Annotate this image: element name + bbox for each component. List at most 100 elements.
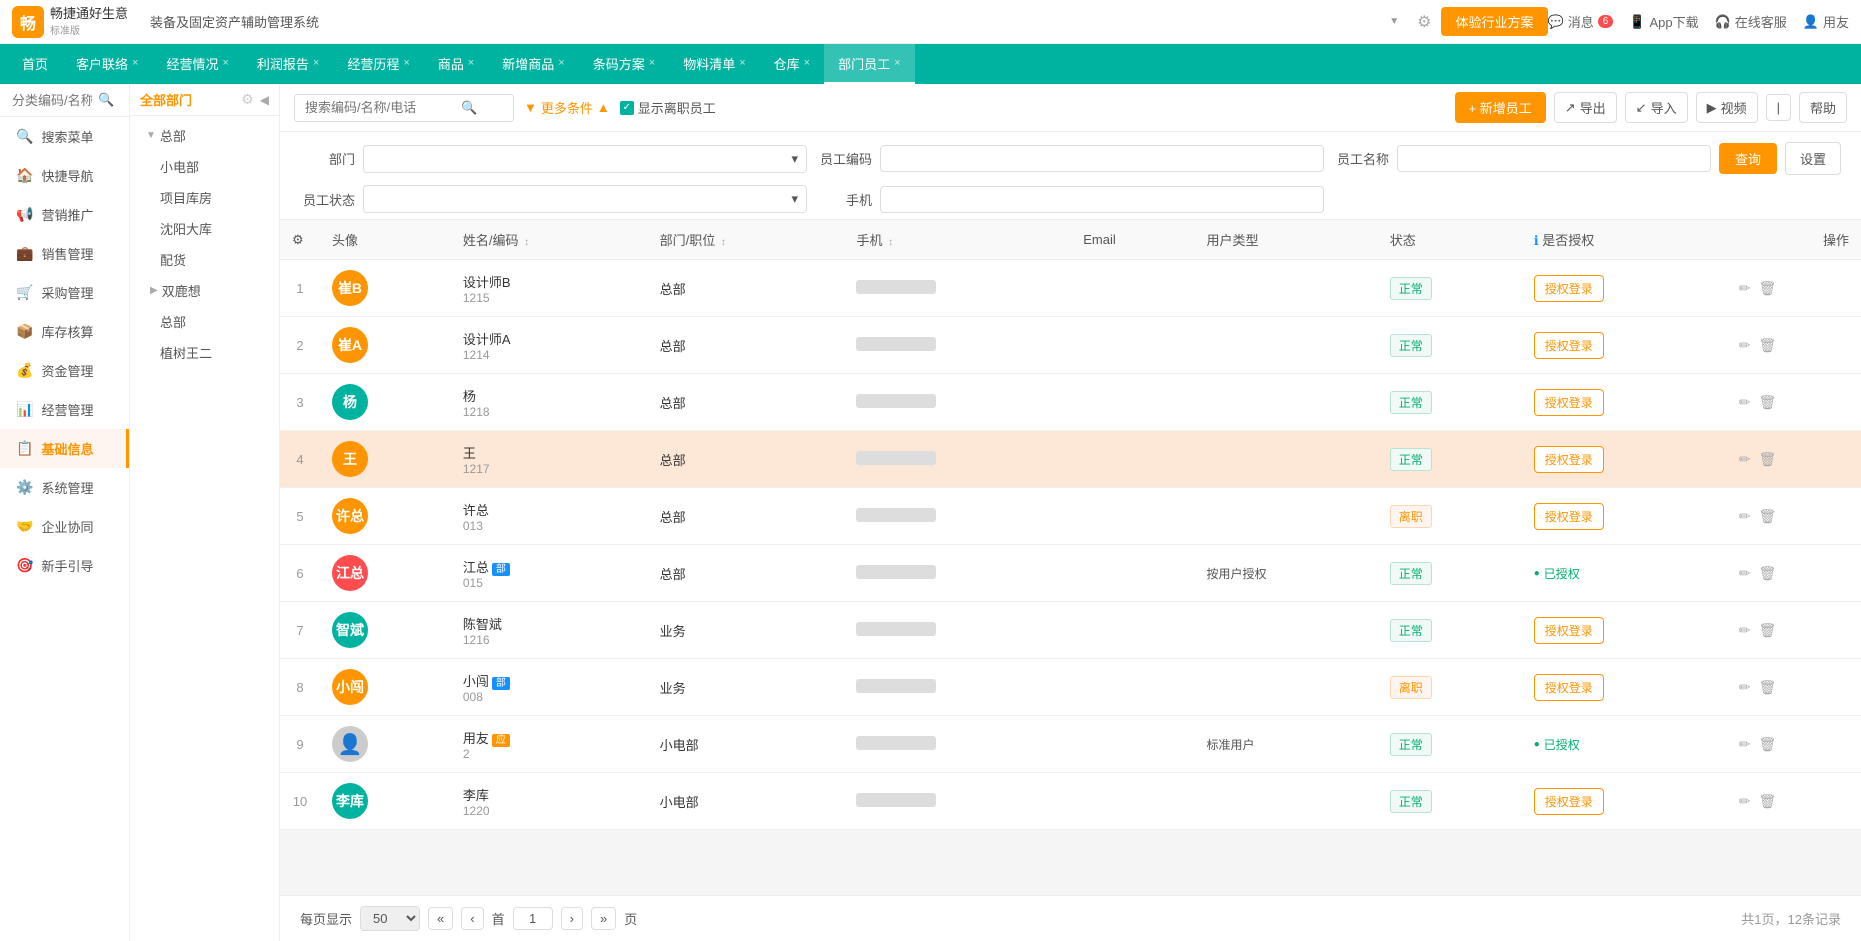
- sidebar-item-business[interactable]: 📊 经营管理: [0, 390, 129, 429]
- dept-settings-icon[interactable]: ⚙: [241, 91, 254, 108]
- close-icon[interactable]: ×: [313, 57, 319, 69]
- sidebar-item-inventory[interactable]: 📦 库存核算: [0, 312, 129, 351]
- tab-customer[interactable]: 客户联络 ×: [62, 44, 152, 84]
- search-filter-input[interactable]: 🔍: [294, 94, 514, 122]
- sidebar-item-search[interactable]: 🔍 搜索菜单: [0, 117, 129, 156]
- dept-item-shuanglu[interactable]: ▶ 双鹿想: [130, 275, 279, 306]
- sidebar-item-finance[interactable]: 💰 资金管理: [0, 351, 129, 390]
- close-icon[interactable]: ×: [132, 57, 138, 69]
- dept-item-plant[interactable]: 植树王二: [130, 337, 279, 368]
- dept-collapse-icon[interactable]: ◀: [260, 93, 269, 107]
- auth-login-btn[interactable]: 授权登录: [1534, 788, 1604, 815]
- checkbox-icon[interactable]: ✓: [620, 101, 634, 115]
- tab-new-goods[interactable]: 新增商品 ×: [488, 44, 578, 84]
- sidebar-item-guide[interactable]: 🎯 新手引导: [0, 546, 129, 585]
- auth-login-btn[interactable]: 授权登录: [1534, 674, 1604, 701]
- edit-icon[interactable]: ✏: [1739, 394, 1751, 411]
- auth-login-btn[interactable]: 授权登录: [1534, 275, 1604, 302]
- edit-icon[interactable]: ✏: [1739, 508, 1751, 525]
- phone-input[interactable]: [880, 186, 1324, 213]
- tab-bom[interactable]: 物料清单 ×: [669, 44, 759, 84]
- help-btn[interactable]: |: [1766, 94, 1791, 121]
- add-employee-btn[interactable]: + 新增员工: [1455, 92, 1546, 123]
- sidebar-item-purchase[interactable]: 🛒 采购管理: [0, 273, 129, 312]
- delete-icon[interactable]: 🗑: [1759, 565, 1777, 582]
- tab-operation[interactable]: 经营情况 ×: [152, 44, 242, 84]
- page-input[interactable]: [513, 907, 553, 930]
- sidebar-item-collab[interactable]: 🤝 企业协同: [0, 507, 129, 546]
- user-btn[interactable]: 👤 用友: [1803, 12, 1849, 31]
- edit-icon[interactable]: ✏: [1739, 679, 1751, 696]
- edit-icon[interactable]: ✏: [1739, 337, 1751, 354]
- delete-icon[interactable]: 🗑: [1759, 679, 1777, 696]
- tab-dept-staff[interactable]: 部门员工 ×: [824, 44, 914, 84]
- edit-icon[interactable]: ✏: [1739, 793, 1751, 810]
- edit-icon[interactable]: ✏: [1739, 451, 1751, 468]
- delete-icon[interactable]: 🗑: [1759, 280, 1777, 297]
- sidebar-search-icon[interactable]: 🔍: [98, 92, 114, 108]
- settings-btn[interactable]: ⚙: [1407, 7, 1441, 37]
- message-btn[interactable]: 💬 消息 6: [1548, 12, 1614, 31]
- status-filter-select[interactable]: ▾: [363, 185, 807, 213]
- sidebar-item-marketing[interactable]: 📢 营销推广: [0, 195, 129, 234]
- delete-icon[interactable]: 🗑: [1759, 394, 1777, 411]
- close-icon[interactable]: ×: [894, 57, 900, 69]
- tab-warehouse[interactable]: 仓库 ×: [760, 44, 824, 84]
- close-icon[interactable]: ×: [739, 57, 745, 69]
- online-service-btn[interactable]: 🎧 在线客服: [1715, 12, 1787, 31]
- show-resigned-toggle[interactable]: ✓ 显示离职员工: [620, 98, 716, 117]
- emp-code-input[interactable]: [880, 145, 1324, 172]
- export-btn[interactable]: ↗ 导出: [1554, 92, 1617, 123]
- delete-icon[interactable]: 🗑: [1759, 736, 1777, 753]
- auth-login-btn[interactable]: 授权登录: [1534, 389, 1604, 416]
- sidebar-search-input[interactable]: [12, 93, 92, 108]
- dept-all-header[interactable]: 全部部门: [140, 90, 192, 109]
- dept-item-hq[interactable]: 总部: [130, 306, 279, 337]
- edit-icon[interactable]: ✏: [1739, 565, 1751, 582]
- tab-history[interactable]: 经营历程 ×: [333, 44, 423, 84]
- next-page-btn[interactable]: ›: [561, 907, 583, 930]
- th-dept-position[interactable]: 部门/职位 ↕: [648, 220, 845, 260]
- sidebar-item-sales[interactable]: 💼 销售管理: [0, 234, 129, 273]
- sidebar-item-system[interactable]: ⚙️ 系统管理: [0, 468, 129, 507]
- set-btn[interactable]: 设置: [1785, 142, 1841, 175]
- first-page-btn[interactable]: «: [428, 907, 453, 930]
- sidebar-item-nav[interactable]: 🏠 快捷导航: [0, 156, 129, 195]
- tab-profit[interactable]: 利润报告 ×: [243, 44, 333, 84]
- per-page-select[interactable]: 50 20 100: [360, 906, 420, 931]
- edit-icon[interactable]: ✏: [1739, 736, 1751, 753]
- more-btn[interactable]: 帮助: [1799, 92, 1847, 123]
- dept-filter-select[interactable]: ▾: [363, 145, 807, 173]
- close-icon[interactable]: ×: [222, 57, 228, 69]
- app-download-btn[interactable]: 📱 App下载: [1629, 12, 1698, 31]
- dept-item-small-elec[interactable]: 小电部: [130, 151, 279, 182]
- close-icon[interactable]: ×: [468, 57, 474, 69]
- prev-page-btn[interactable]: ‹: [461, 907, 483, 930]
- close-icon[interactable]: ×: [403, 57, 409, 69]
- edit-icon[interactable]: ✏: [1739, 280, 1751, 297]
- tab-barcode[interactable]: 条码方案 ×: [579, 44, 669, 84]
- dept-item-project[interactable]: 项目库房: [130, 182, 279, 213]
- close-icon[interactable]: ×: [804, 57, 810, 69]
- close-icon[interactable]: ×: [649, 57, 655, 69]
- import-btn[interactable]: ↙ 导入: [1625, 92, 1688, 123]
- dept-item-distribution[interactable]: 配货: [130, 244, 279, 275]
- more-filter-btn[interactable]: ▼ 更多条件 ▲: [524, 98, 610, 117]
- query-btn[interactable]: 查询: [1719, 143, 1777, 174]
- auth-login-btn[interactable]: 授权登录: [1534, 617, 1604, 644]
- th-phone[interactable]: 手机 ↕: [844, 220, 1071, 260]
- auth-login-btn[interactable]: 授权登录: [1534, 503, 1604, 530]
- tab-home[interactable]: 首页: [8, 44, 62, 84]
- try-btn[interactable]: 体验行业方案: [1441, 7, 1547, 36]
- tab-goods[interactable]: 商品 ×: [424, 44, 488, 84]
- dept-item-shenyang[interactable]: 沈阳大库: [130, 213, 279, 244]
- edit-icon[interactable]: ✏: [1739, 622, 1751, 639]
- emp-name-input[interactable]: [1397, 145, 1711, 172]
- dropdown-arrow-system[interactable]: ▼: [1389, 16, 1399, 27]
- delete-icon[interactable]: 🗑: [1759, 337, 1777, 354]
- sidebar-item-basic[interactable]: 📋 基础信息: [0, 429, 129, 468]
- th-name-code[interactable]: 姓名/编码 ↕: [451, 220, 648, 260]
- delete-icon[interactable]: 🗑: [1759, 793, 1777, 810]
- auth-login-btn[interactable]: 授权登录: [1534, 332, 1604, 359]
- dept-item-general[interactable]: ▼ 总部: [130, 120, 279, 151]
